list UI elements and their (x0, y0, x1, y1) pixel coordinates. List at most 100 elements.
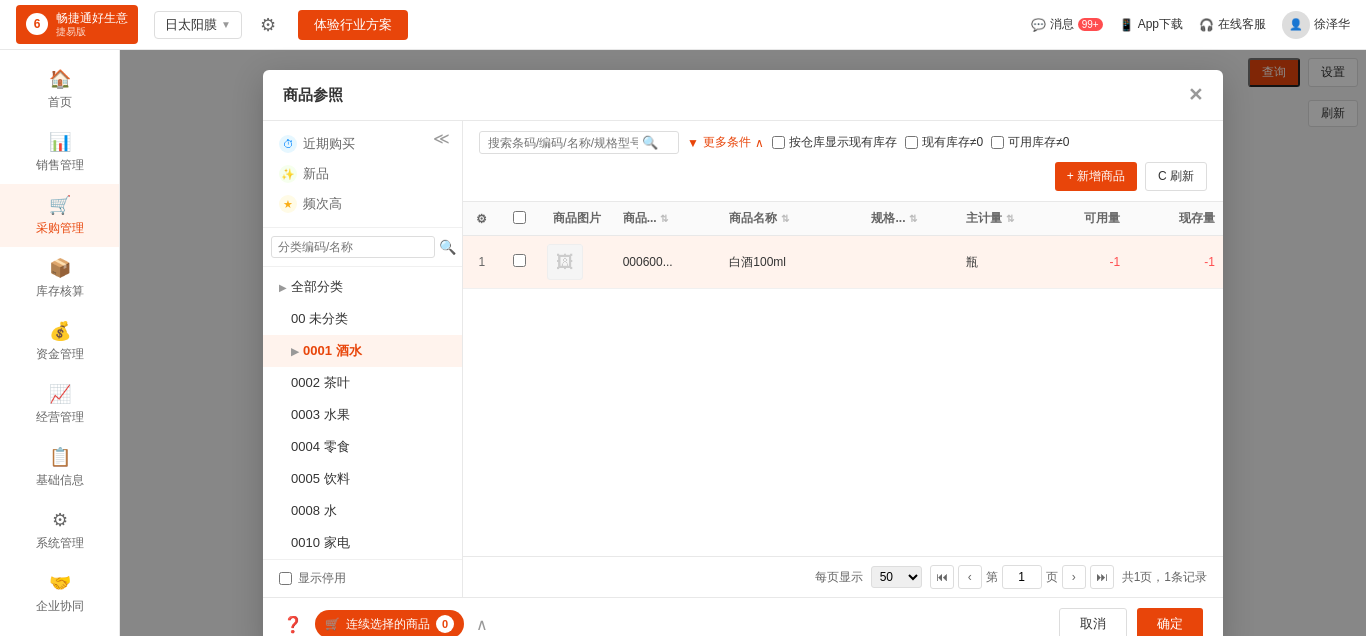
sidebar-item-inventory[interactable]: 📦 库存核算 (0, 247, 119, 310)
product-search-input[interactable] (488, 136, 638, 150)
quick-nav-freq[interactable]: ★ 频次高 (271, 189, 454, 219)
row-stock: -1 (1128, 236, 1223, 289)
user-item[interactable]: 👤 徐泽华 (1282, 11, 1350, 39)
sidebar-item-system[interactable]: ⚙ 系统管理 (0, 499, 119, 562)
row-spec (863, 236, 958, 289)
sidebar-item-operations[interactable]: 📈 经营管理 (0, 373, 119, 436)
filter-warehouse[interactable]: 按仓库显示现有库存 (772, 134, 897, 151)
col-spec-header[interactable]: 规格... ⇅ (863, 202, 958, 236)
show-disabled-label[interactable]: 显示停用 (298, 570, 346, 587)
show-disabled-row: 显示停用 (263, 559, 462, 597)
online-service-item[interactable]: 🎧 在线客服 (1199, 16, 1266, 33)
filter-icon: ▼ (687, 136, 699, 150)
quick-nav-new[interactable]: ✨ 新品 (271, 159, 454, 189)
nav-right: 💬 消息 99+ 📱 App下载 🎧 在线客服 👤 徐泽华 (1031, 11, 1350, 39)
filter-stock-nonzero[interactable]: 现有库存≠0 (905, 134, 983, 151)
more-conditions-btn[interactable]: ▼ 更多条件 ∧ (687, 134, 764, 151)
sidebar-item-home[interactable]: 🏠 首页 (0, 58, 119, 121)
category-0005[interactable]: 0005 饮料 (263, 463, 462, 495)
modal-left-panel: ⏱ 近期购买 ✨ 新品 ★ 频次高 ≪ (263, 121, 463, 597)
col-code-header[interactable]: 商品... ⇅ (615, 202, 722, 236)
filter-avail-nonzero[interactable]: 可用库存≠0 (991, 134, 1069, 151)
category-search-icon[interactable]: 🔍 (439, 239, 456, 255)
logo-area[interactable]: 6 畅捷通好生意 捷易版 (16, 5, 138, 43)
page-suffix: 页 (1046, 569, 1058, 586)
col-avail-header[interactable]: 可用量 (1033, 202, 1128, 236)
cancel-button[interactable]: 取消 (1059, 608, 1127, 636)
row-checkbox[interactable] (501, 236, 539, 289)
category-all[interactable]: ▶ 全部分类 (263, 271, 462, 303)
sidebar-item-basic[interactable]: 📋 基础信息 (0, 436, 119, 499)
category-0010[interactable]: 0010 家电 (263, 527, 462, 559)
col-unit-header[interactable]: 主计量 ⇅ (958, 202, 1033, 236)
settings-gear-icon[interactable]: ⚙ (476, 212, 487, 226)
new-icon: ✨ (279, 165, 297, 183)
page-first-button[interactable]: ⏮ (930, 565, 954, 589)
category-arrow-icon: ▶ (279, 282, 287, 293)
select-all-checkbox[interactable] (513, 211, 526, 224)
table-pagination: 每页显示 50 100 200 ⏮ ‹ 第 页 (463, 556, 1223, 597)
per-page-label: 每页显示 (815, 569, 863, 586)
home-icon: 🏠 (49, 68, 71, 90)
search-input-wrap: 🔍 (479, 131, 679, 154)
row-img: 🖼 (539, 236, 615, 289)
cart-button[interactable]: 🛒 连续选择的商品 0 (315, 610, 464, 636)
row-index: 1 (463, 236, 501, 289)
confirm-button[interactable]: 确定 (1137, 608, 1203, 636)
freq-icon: ★ (279, 195, 297, 213)
experience-button[interactable]: 体验行业方案 (298, 10, 408, 40)
category-0003[interactable]: 0003 水果 (263, 399, 462, 431)
search-icon[interactable]: 🔍 (642, 135, 658, 150)
headphone-icon: 🎧 (1199, 18, 1214, 32)
sidebar-item-enterprise[interactable]: 🤝 企业协同 (0, 562, 119, 625)
table-row[interactable]: 1 🖼 000600... 白酒100ml (463, 236, 1223, 289)
sidebar-item-sales[interactable]: 📊 销售管理 (0, 121, 119, 184)
help-icon[interactable]: ❓ (283, 615, 303, 634)
message-item[interactable]: 💬 消息 99+ (1031, 16, 1103, 33)
top-nav: 6 畅捷通好生意 捷易版 日太阳膜 ▼ ⚙ 体验行业方案 💬 消息 99+ 📱 … (0, 0, 1366, 50)
page-next-button[interactable]: › (1062, 565, 1086, 589)
enterprise-icon: 🤝 (49, 572, 71, 594)
refresh-table-button[interactable]: C 刷新 (1145, 162, 1207, 191)
sort-icon-spec: ⇅ (909, 213, 917, 224)
category-0002[interactable]: 0002 茶叶 (263, 367, 462, 399)
chevron-down-icon: ▼ (221, 19, 231, 30)
sidebar-item-purchase[interactable]: 🛒 采购管理 (0, 184, 119, 247)
filter-warehouse-checkbox[interactable] (772, 136, 785, 149)
close-icon[interactable]: ✕ (1188, 84, 1203, 106)
col-name-header[interactable]: 商品名称 ⇅ (721, 202, 863, 236)
page-last-button[interactable]: ⏭ (1090, 565, 1114, 589)
sidebar-item-finance[interactable]: 💰 资金管理 (0, 310, 119, 373)
page-prev-button[interactable]: ‹ (958, 565, 982, 589)
app-download-item[interactable]: 📱 App下载 (1119, 16, 1183, 33)
finance-icon: 💰 (49, 320, 71, 342)
category-0004[interactable]: 0004 零食 (263, 431, 462, 463)
settings-icon[interactable]: ⚙ (250, 7, 286, 43)
category-0001[interactable]: ▶ 0001 酒水 (263, 335, 462, 367)
row-name: 白酒100ml (721, 236, 863, 289)
up-arrow-icon: ∧ (755, 136, 764, 150)
logo-text: 畅捷通好生意 捷易版 (56, 11, 128, 37)
col-check-header[interactable] (501, 202, 539, 236)
category-search-input[interactable] (271, 236, 435, 258)
sales-icon: 📊 (49, 131, 71, 153)
category-0008[interactable]: 0008 水 (263, 495, 462, 527)
row-select-checkbox[interactable] (513, 254, 526, 267)
col-settings-header[interactable]: ⚙ (463, 202, 501, 236)
filter-stock-checkbox[interactable] (905, 136, 918, 149)
show-disabled-checkbox[interactable] (279, 572, 292, 585)
sort-icon-name: ⇅ (781, 213, 789, 224)
sidebar-item-guide[interactable]: 🎯 新手引导 (0, 625, 119, 636)
phone-icon: 📱 (1119, 18, 1134, 32)
category-uncategorized[interactable]: 00 未分类 (263, 303, 462, 335)
sort-icon-unit: ⇅ (1006, 213, 1014, 224)
per-page-select[interactable]: 50 100 200 (871, 566, 922, 588)
left-collapse-button[interactable]: ≪ (425, 125, 458, 152)
modal: 商品参照 ✕ ⏱ 近期购买 ✨ (263, 70, 1223, 636)
store-select[interactable]: 日太阳膜 ▼ (154, 11, 242, 39)
filter-avail-checkbox[interactable] (991, 136, 1004, 149)
collapse-bottom-icon[interactable]: ∧ (476, 615, 488, 634)
category-0001-arrow: ▶ (291, 346, 299, 357)
add-product-button[interactable]: + 新增商品 (1055, 162, 1137, 191)
page-number-input[interactable] (1002, 565, 1042, 589)
